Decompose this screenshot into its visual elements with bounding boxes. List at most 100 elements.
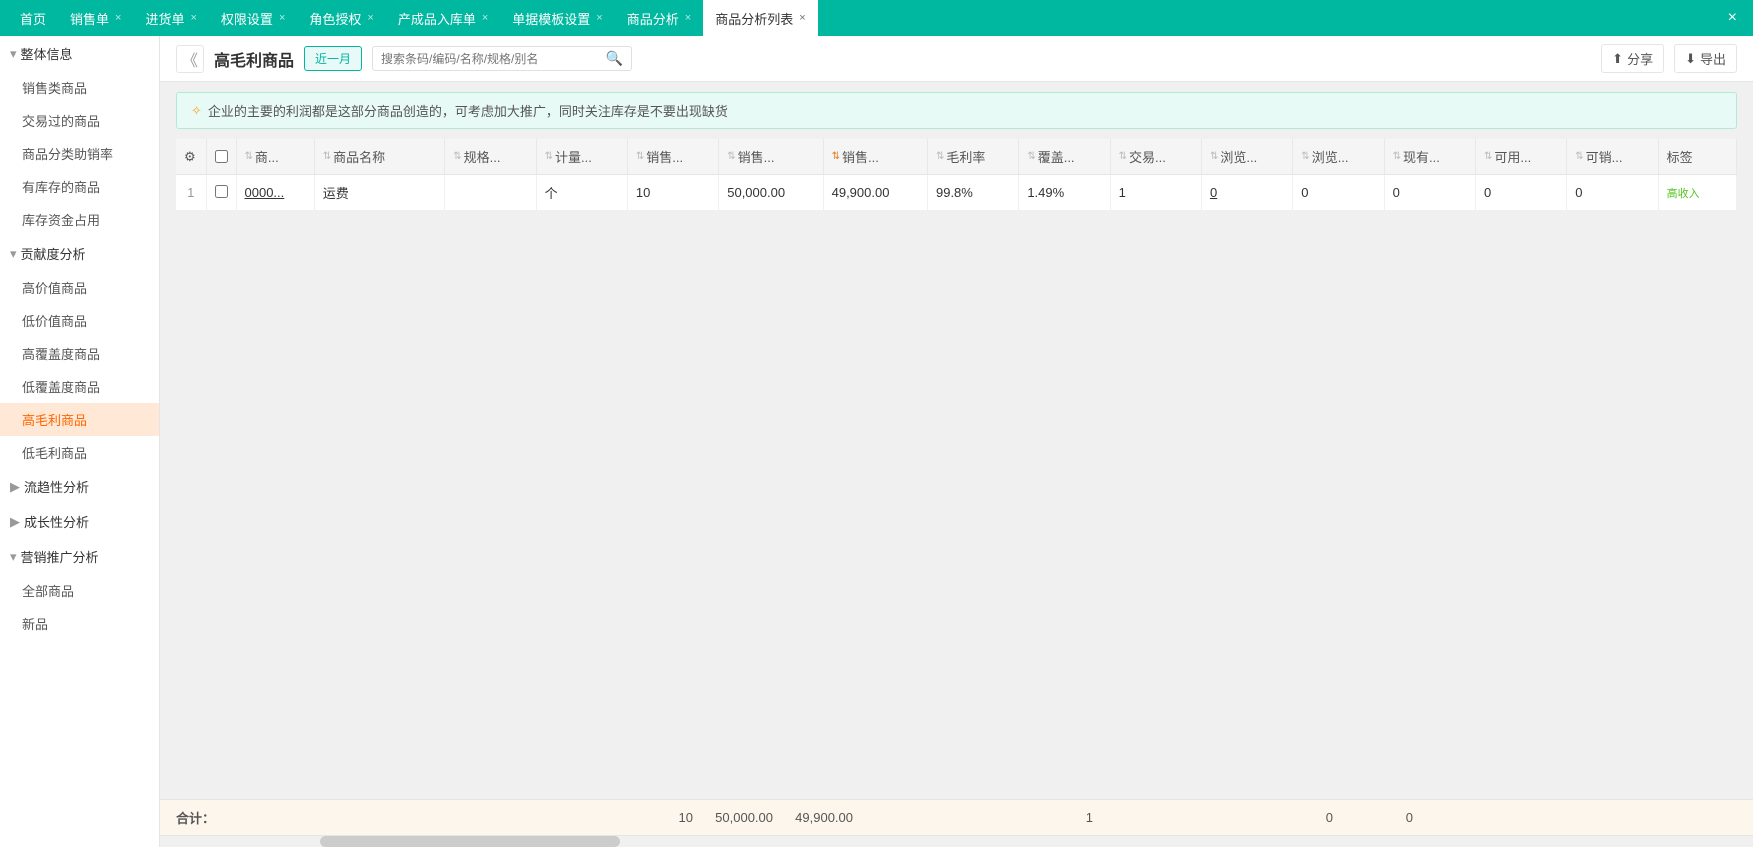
nav-home[interactable]: 首页 bbox=[8, 0, 58, 36]
th-gross-rate[interactable]: ⇅ 毛利率 bbox=[927, 139, 1018, 175]
th-coverage[interactable]: ⇅ 覆盖... bbox=[1019, 139, 1110, 175]
scrollbar-thumb[interactable] bbox=[320, 836, 620, 847]
sort-icon-name: ⇅ bbox=[323, 151, 331, 162]
td-code[interactable]: 0000... bbox=[236, 175, 314, 211]
nav-product-analysis[interactable]: 商品分析 × bbox=[615, 0, 703, 36]
close-template-settings[interactable]: × bbox=[596, 12, 602, 24]
nav-product-storage[interactable]: 产成品入库单 × bbox=[386, 0, 500, 36]
td-coverage: 1.49% bbox=[1019, 175, 1110, 211]
sidebar-item-category-assist-rate[interactable]: 商品分类助销率 bbox=[0, 137, 159, 170]
export-btn[interactable]: ⬇ 导出 bbox=[1674, 44, 1737, 73]
sidebar-item-low-margin[interactable]: 低毛利商品 bbox=[0, 436, 159, 469]
sidebar-item-new-goods[interactable]: 新品 bbox=[0, 607, 159, 640]
th-settings[interactable]: ⚙ bbox=[176, 139, 206, 175]
search-box: 🔍 bbox=[372, 46, 632, 71]
sort-icon-sales1: ⇅ bbox=[636, 151, 644, 162]
td-browse1[interactable]: 0 bbox=[1201, 175, 1292, 211]
sort-icon-browse1: ⇅ bbox=[1210, 151, 1218, 162]
select-all-checkbox[interactable] bbox=[215, 150, 228, 163]
sidebar-item-high-margin[interactable]: 高毛利商品 bbox=[0, 403, 159, 436]
sidebar-item-high-coverage[interactable]: 高覆盖度商品 bbox=[0, 337, 159, 370]
nav-role-auth[interactable]: 角色授权 × bbox=[297, 0, 385, 36]
nav-purchase-order[interactable]: 进货单 × bbox=[133, 0, 208, 36]
close-product-analysis-list[interactable]: × bbox=[799, 12, 805, 24]
settings-icon: ⚙ bbox=[184, 149, 196, 165]
footer-trade: 1 bbox=[1021, 810, 1101, 825]
info-icon: ✧ bbox=[191, 103, 202, 119]
th-browse1[interactable]: ⇅ 浏览... bbox=[1201, 139, 1292, 175]
th-sellable[interactable]: ⇅ 可销... bbox=[1567, 139, 1658, 175]
th-checkbox[interactable] bbox=[206, 139, 236, 175]
collapse-arrow-marketing: ▾ bbox=[10, 549, 17, 565]
td-available: 0 bbox=[1475, 175, 1566, 211]
td-name: 运费 bbox=[314, 175, 444, 211]
close-product-analysis[interactable]: × bbox=[685, 12, 691, 24]
td-tag: 高收入 bbox=[1658, 175, 1736, 211]
sidebar-item-high-value[interactable]: 高价值商品 bbox=[0, 271, 159, 304]
sidebar-collapse-btn[interactable]: 《 bbox=[176, 45, 204, 73]
close-product-storage[interactable]: × bbox=[482, 12, 488, 24]
th-available[interactable]: ⇅ 可用... bbox=[1475, 139, 1566, 175]
data-table: ⚙ ⇅ 商... ⇅ bbox=[176, 139, 1737, 211]
close-permission-settings[interactable]: × bbox=[279, 12, 285, 24]
th-tag[interactable]: 标签 bbox=[1658, 139, 1736, 175]
td-gross-rate: 99.8% bbox=[927, 175, 1018, 211]
close-role-auth[interactable]: × bbox=[367, 12, 373, 24]
th-unit[interactable]: ⇅ 计量... bbox=[536, 139, 627, 175]
th-browse2[interactable]: ⇅ 浏览... bbox=[1293, 139, 1384, 175]
td-checkbox[interactable] bbox=[206, 175, 236, 211]
table-row: 1 0000... 运费 个 10 50,000.00 49,900.00 bbox=[176, 175, 1737, 211]
table-header-row: ⚙ ⇅ 商... ⇅ bbox=[176, 139, 1737, 175]
th-code[interactable]: ⇅ 商... bbox=[236, 139, 314, 175]
sidebar-item-sales-goods[interactable]: 销售类商品 bbox=[0, 71, 159, 104]
sort-icon-gross-rate: ⇅ bbox=[936, 151, 944, 162]
sidebar-item-all-goods[interactable]: 全部商品 bbox=[0, 574, 159, 607]
sidebar-group-overall[interactable]: ▾ 整体信息 bbox=[0, 36, 159, 71]
nav-template-settings[interactable]: 单据模板设置 × bbox=[500, 0, 614, 36]
horizontal-scrollbar[interactable] bbox=[160, 835, 1753, 847]
td-browse2: 0 bbox=[1293, 175, 1384, 211]
nav-sales-order[interactable]: 销售单 × bbox=[58, 0, 133, 36]
export-icon: ⬇ bbox=[1685, 51, 1696, 67]
th-sales2[interactable]: ⇅ 销售... bbox=[719, 139, 823, 175]
td-unit: 个 bbox=[536, 175, 627, 211]
sidebar-item-low-value[interactable]: 低价值商品 bbox=[0, 304, 159, 337]
table-container: ⚙ ⇅ 商... ⇅ bbox=[160, 139, 1753, 799]
collapse-arrow-growth: ▶ bbox=[10, 514, 20, 530]
sidebar-group-contribution[interactable]: ▾ 贡献度分析 bbox=[0, 236, 159, 271]
th-current[interactable]: ⇅ 现有... bbox=[1384, 139, 1475, 175]
close-purchase-order[interactable]: × bbox=[190, 12, 196, 24]
sort-icon-code: ⇅ bbox=[245, 151, 253, 162]
nav-permission-settings[interactable]: 权限设置 × bbox=[209, 0, 297, 36]
share-btn[interactable]: ⬆ 分享 bbox=[1601, 44, 1664, 73]
sidebar-group-trend[interactable]: ▶ 流趋性分析 bbox=[0, 469, 159, 504]
th-sales3[interactable]: ⇅ 销售... bbox=[823, 139, 927, 175]
close-sales-order[interactable]: × bbox=[115, 12, 121, 24]
sort-icon-unit: ⇅ bbox=[545, 151, 553, 162]
collapse-arrow-trend: ▶ bbox=[10, 479, 20, 495]
th-sales1[interactable]: ⇅ 销售... bbox=[627, 139, 718, 175]
row-checkbox[interactable] bbox=[215, 185, 228, 198]
sidebar-item-low-coverage[interactable]: 低覆盖度商品 bbox=[0, 370, 159, 403]
td-sales3: 49,900.00 bbox=[823, 175, 927, 211]
sidebar-group-growth[interactable]: ▶ 成长性分析 bbox=[0, 504, 159, 539]
sidebar: ▾ 整体信息 销售类商品 交易过的商品 商品分类助销率 有库存的商品 库存资金占… bbox=[0, 36, 160, 847]
search-input[interactable] bbox=[381, 52, 606, 66]
share-icon: ⬆ bbox=[1612, 51, 1623, 67]
th-name[interactable]: ⇅ 商品名称 bbox=[314, 139, 444, 175]
th-trade[interactable]: ⇅ 交易... bbox=[1110, 139, 1201, 175]
footer-available: 0 bbox=[1341, 810, 1421, 825]
close-all-tabs[interactable]: × bbox=[1720, 9, 1745, 27]
filter-recent-month[interactable]: 近一月 bbox=[304, 46, 362, 71]
search-icon[interactable]: 🔍 bbox=[606, 50, 623, 67]
nav-product-analysis-list[interactable]: 商品分析列表 × bbox=[703, 0, 817, 36]
td-current: 0 bbox=[1384, 175, 1475, 211]
sidebar-item-stock-capital[interactable]: 库存资金占用 bbox=[0, 203, 159, 236]
sidebar-item-traded-goods[interactable]: 交易过的商品 bbox=[0, 104, 159, 137]
th-spec[interactable]: ⇅ 规格... bbox=[445, 139, 536, 175]
sidebar-group-marketing[interactable]: ▾ 营销推广分析 bbox=[0, 539, 159, 574]
sort-icon-available: ⇅ bbox=[1484, 151, 1492, 162]
sort-icon-browse2: ⇅ bbox=[1301, 151, 1309, 162]
content-area: 《 高毛利商品 近一月 🔍 ⬆ 分享 ⬇ 导出 ✧ 企业的主要的利润都是这部分商… bbox=[160, 36, 1753, 847]
sidebar-item-in-stock-goods[interactable]: 有库存的商品 bbox=[0, 170, 159, 203]
